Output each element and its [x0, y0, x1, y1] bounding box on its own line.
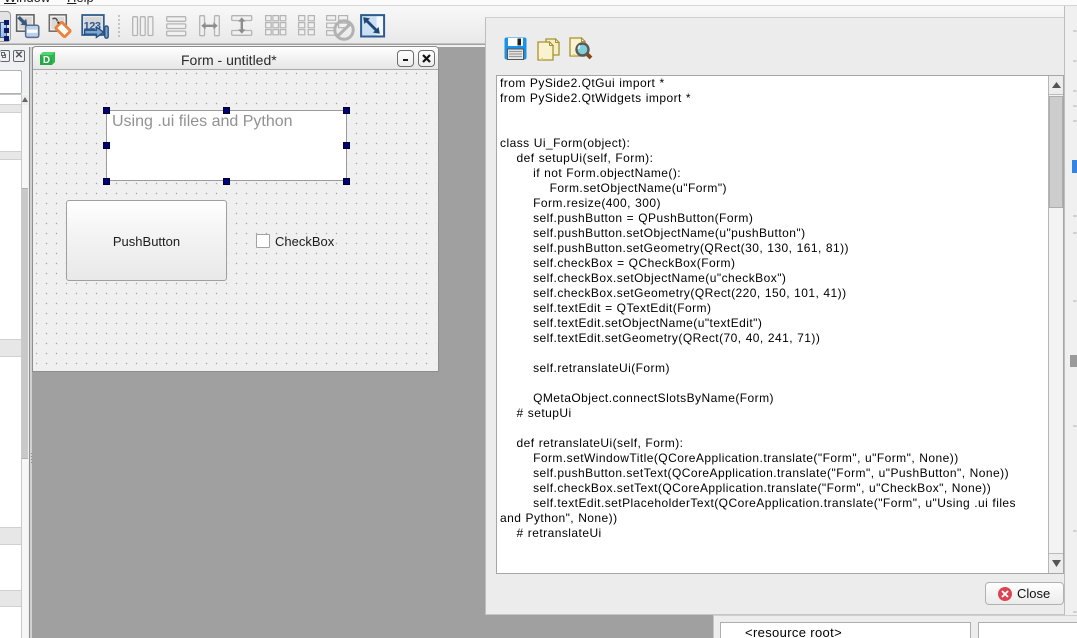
svg-text:D: D — [43, 55, 50, 66]
